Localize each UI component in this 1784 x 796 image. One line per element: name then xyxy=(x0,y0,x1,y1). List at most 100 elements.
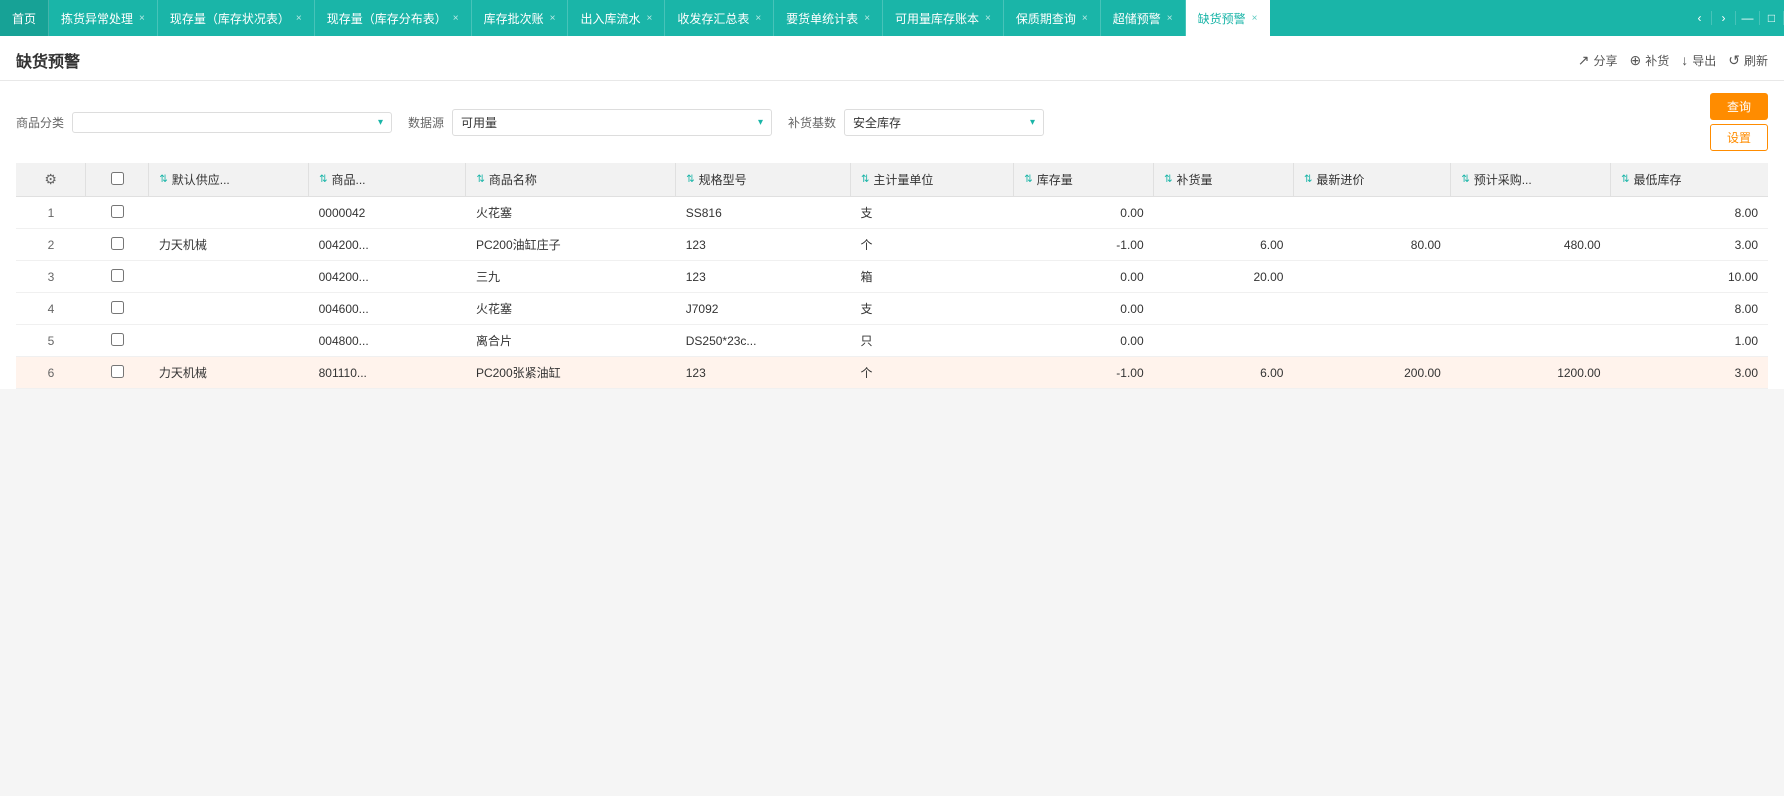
col-header-forecast[interactable]: ⇅ 预计采购... xyxy=(1451,163,1611,197)
tab-item-0[interactable]: 首页 xyxy=(0,0,49,36)
row-checkbox-1[interactable] xyxy=(86,197,149,229)
row-minstock-6: 3.00 xyxy=(1611,357,1768,389)
select-all-checkbox[interactable] xyxy=(111,172,124,185)
tab-item-11[interactable]: 缺货预警× xyxy=(1186,0,1271,36)
tab-close-11[interactable]: × xyxy=(1252,13,1258,24)
tab-item-1[interactable]: 拣货异常处理× xyxy=(49,0,158,36)
col-header-stock[interactable]: ⇅ 库存量 xyxy=(1014,163,1154,197)
category-label: 商品分类 xyxy=(16,114,64,131)
row-spec-2: 123 xyxy=(676,229,851,261)
settings-button[interactable]: 设置 xyxy=(1710,124,1768,151)
share-button[interactable]: ↗ 分享 xyxy=(1578,52,1618,69)
row-supplier-1 xyxy=(149,197,309,229)
col-header-replenish[interactable]: ⇅ 补货量 xyxy=(1154,163,1294,197)
tab-close-6[interactable]: × xyxy=(755,13,761,24)
row-spec-3: 123 xyxy=(676,261,851,293)
data-table: ⚙ ⇅ 默认供应... ⇅ 商品... xyxy=(16,163,1768,389)
row-checkbox-4[interactable] xyxy=(86,293,149,325)
row-supplier-4 xyxy=(149,293,309,325)
row-checkbox-2[interactable] xyxy=(86,229,149,261)
col-header-supplier[interactable]: ⇅ 默认供应... xyxy=(149,163,309,197)
tab-maximize-btn[interactable]: □ xyxy=(1760,11,1784,25)
table-row: 4 004600... 火花塞 J7092 支 0.00 8.00 xyxy=(16,293,1768,325)
row-stock-4: 0.00 xyxy=(1014,293,1154,325)
col-header-name[interactable]: ⇅ 商品名称 xyxy=(466,163,676,197)
replenish-button[interactable]: ⊕ 补货 xyxy=(1629,52,1669,69)
tab-item-10[interactable]: 超储预警× xyxy=(1101,0,1186,36)
row-minstock-1: 8.00 xyxy=(1611,197,1768,229)
tab-item-8[interactable]: 可用量库存账本× xyxy=(883,0,1004,36)
sort-icon-name: ⇅ xyxy=(476,174,484,185)
tab-close-10[interactable]: × xyxy=(1167,13,1173,24)
export-button[interactable]: ↓ 导出 xyxy=(1681,52,1716,69)
row-checkbox-6[interactable] xyxy=(86,357,149,389)
row-name-4: 火花塞 xyxy=(466,293,676,325)
row-minstock-4: 8.00 xyxy=(1611,293,1768,325)
tab-close-7[interactable]: × xyxy=(864,13,870,24)
row-price-6: 200.00 xyxy=(1293,357,1450,389)
replenish-label: 补货基数 xyxy=(788,114,836,131)
row-check-input-5[interactable] xyxy=(111,333,124,346)
row-check-input-2[interactable] xyxy=(111,237,124,250)
row-check-input-4[interactable] xyxy=(111,301,124,314)
row-price-3 xyxy=(1293,261,1450,293)
row-stock-5: 0.00 xyxy=(1014,325,1154,357)
row-replenish-1 xyxy=(1154,197,1294,229)
tab-item-3[interactable]: 现存量（库存分布表）× xyxy=(315,0,472,36)
table-row: 6 力天机械 801110... PC200张紧油缸 123 个 -1.00 6… xyxy=(16,357,1768,389)
row-replenish-5 xyxy=(1154,325,1294,357)
replenish-select[interactable]: 安全库存 ▾ xyxy=(844,109,1044,136)
tab-close-3[interactable]: × xyxy=(453,13,459,24)
tab-item-4[interactable]: 库存批次账× xyxy=(472,0,569,36)
row-num-5: 5 xyxy=(16,325,86,357)
datasource-select[interactable]: 可用量 ▾ xyxy=(452,109,772,136)
col-header-spec[interactable]: ⇅ 规格型号 xyxy=(676,163,851,197)
row-replenish-2: 6.00 xyxy=(1154,229,1294,261)
row-forecast-5 xyxy=(1451,325,1611,357)
sort-icon-stock: ⇅ xyxy=(1024,174,1032,185)
tab-item-5[interactable]: 出入库流水× xyxy=(568,0,665,36)
query-button[interactable]: 查询 xyxy=(1710,93,1768,120)
share-icon: ↗ xyxy=(1578,52,1590,69)
replenish-select-value: 安全库存 xyxy=(853,114,901,131)
tab-item-7[interactable]: 要货单统计表× xyxy=(774,0,883,36)
refresh-button[interactable]: ↺ 刷新 xyxy=(1728,52,1768,69)
tab-close-1[interactable]: × xyxy=(139,13,145,24)
tab-close-5[interactable]: × xyxy=(646,13,652,24)
tab-next-btn[interactable]: › xyxy=(1712,11,1736,25)
row-supplier-2: 力天机械 xyxy=(149,229,309,261)
row-forecast-2: 480.00 xyxy=(1451,229,1611,261)
tab-prev-btn[interactable]: ‹ xyxy=(1688,11,1712,25)
row-minstock-5: 1.00 xyxy=(1611,325,1768,357)
row-replenish-4 xyxy=(1154,293,1294,325)
row-name-1: 火花塞 xyxy=(466,197,676,229)
tab-close-4[interactable]: × xyxy=(550,13,556,24)
tab-item-9[interactable]: 保质期查询× xyxy=(1004,0,1101,36)
main-content: 缺货预警 ↗ 分享 ⊕ 补货 ↓ 导出 ↺ 刷新 商品分类 xyxy=(0,36,1784,389)
row-unit-3: 箱 xyxy=(851,261,1014,293)
row-code-3: 004200... xyxy=(309,261,466,293)
row-checkbox-3[interactable] xyxy=(86,261,149,293)
table-gear-icon[interactable]: ⚙ xyxy=(44,171,57,187)
datasource-select-value: 可用量 xyxy=(461,114,497,131)
col-header-check[interactable] xyxy=(86,163,149,197)
col-header-code[interactable]: ⇅ 商品... xyxy=(309,163,466,197)
row-check-input-6[interactable] xyxy=(111,365,124,378)
tab-item-6[interactable]: 收发存汇总表× xyxy=(665,0,774,36)
row-unit-1: 支 xyxy=(851,197,1014,229)
col-header-settings[interactable]: ⚙ xyxy=(16,163,86,197)
row-name-5: 离合片 xyxy=(466,325,676,357)
tab-minimize-btn[interactable]: — xyxy=(1736,11,1760,25)
category-select[interactable]: ▾ xyxy=(72,112,392,133)
col-header-minstock[interactable]: ⇅ 最低库存 xyxy=(1611,163,1768,197)
col-header-unit[interactable]: ⇅ 主计量单位 xyxy=(851,163,1014,197)
tab-close-2[interactable]: × xyxy=(296,13,302,24)
tab-close-9[interactable]: × xyxy=(1082,13,1088,24)
row-check-input-1[interactable] xyxy=(111,205,124,218)
col-header-price[interactable]: ⇅ 最新进价 xyxy=(1293,163,1450,197)
page-header: 缺货预警 ↗ 分享 ⊕ 补货 ↓ 导出 ↺ 刷新 xyxy=(0,36,1784,81)
row-check-input-3[interactable] xyxy=(111,269,124,282)
row-checkbox-5[interactable] xyxy=(86,325,149,357)
tab-item-2[interactable]: 现存量（库存状况表）× xyxy=(158,0,315,36)
tab-close-8[interactable]: × xyxy=(985,13,991,24)
